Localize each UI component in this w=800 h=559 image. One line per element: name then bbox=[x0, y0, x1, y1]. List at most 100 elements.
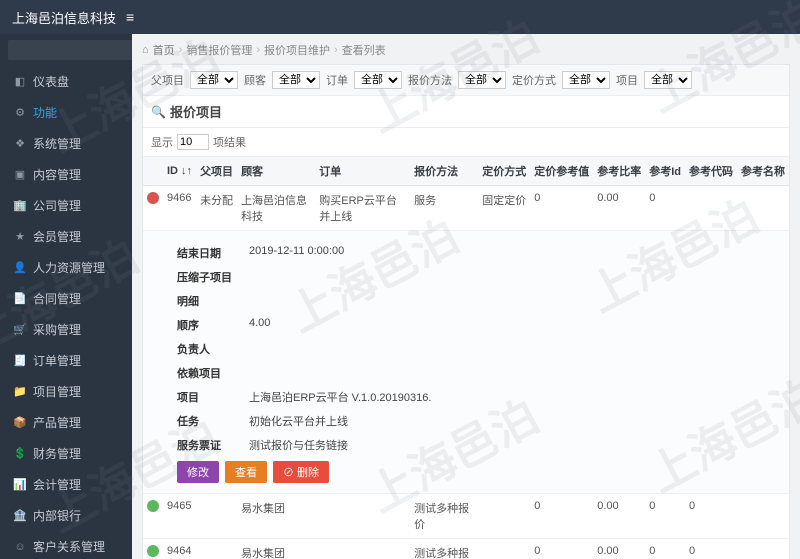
detail-line: 压缩子项目 bbox=[177, 265, 785, 289]
sidebar-item[interactable]: 🛒采购管理 bbox=[0, 314, 132, 345]
filter-select[interactable]: 全部 bbox=[354, 71, 402, 89]
sidebar-item-label: 人力资源管理 bbox=[33, 259, 105, 276]
sidebar-item[interactable]: ☺客户关系管理 bbox=[0, 531, 132, 559]
column-header[interactable]: 参考名称 bbox=[737, 157, 789, 186]
menu-item-icon: 📊 bbox=[13, 478, 27, 491]
sidebar-item-label: 产品管理 bbox=[33, 414, 81, 431]
table-cell bbox=[143, 539, 163, 559]
table-cell: 未分配 bbox=[196, 186, 237, 231]
table-cell: 0 bbox=[685, 494, 737, 539]
edit-button[interactable]: 修改 bbox=[177, 461, 219, 483]
column-header[interactable]: 参考比率 bbox=[593, 157, 645, 186]
sidebar-item-label: 系统管理 bbox=[33, 135, 81, 152]
table-cell bbox=[737, 539, 789, 559]
sidebar-item[interactable]: 📊会计管理 bbox=[0, 469, 132, 500]
column-header[interactable]: 定价参考值 bbox=[530, 157, 593, 186]
column-header[interactable]: 参考代码 bbox=[685, 157, 737, 186]
sidebar-item-label: 采购管理 bbox=[33, 321, 81, 338]
sidebar-item-label: 公司管理 bbox=[33, 197, 81, 214]
status-icon bbox=[147, 500, 159, 512]
column-header[interactable]: 定价方式 bbox=[478, 157, 530, 186]
breadcrumb-item[interactable]: 查看列表 bbox=[342, 42, 386, 58]
menu-item-icon: ☺ bbox=[13, 541, 27, 553]
filter-select[interactable]: 全部 bbox=[458, 71, 506, 89]
filter-select[interactable]: 全部 bbox=[644, 71, 692, 89]
detail-label: 项目 bbox=[177, 389, 235, 405]
sidebar-item[interactable]: ❖系统管理 bbox=[0, 128, 132, 159]
detail-label: 服务票证 bbox=[177, 437, 235, 453]
status-icon bbox=[147, 545, 159, 557]
table-cell bbox=[196, 539, 237, 559]
breadcrumb-item[interactable]: 销售报价管理 bbox=[186, 42, 252, 58]
detail-label: 任务 bbox=[177, 413, 235, 429]
detail-value: 2019-12-11 0:00:00 bbox=[249, 245, 344, 261]
panel-title-row: 🔍 报价项目 bbox=[143, 96, 789, 128]
table-row[interactable]: 9465易水集团测试多种报价00.0000 bbox=[143, 494, 789, 539]
column-header[interactable]: 订单 bbox=[315, 157, 410, 186]
home-icon[interactable]: ⌂ bbox=[142, 44, 149, 56]
sidebar-item[interactable]: 👤 人力资源管理 bbox=[0, 252, 132, 283]
filter-select[interactable]: 全部 bbox=[562, 71, 610, 89]
table-cell: 测试多种报价 bbox=[410, 539, 478, 559]
sidebar-menu: ◧仪表盘⚙功能❖系统管理▣内容管理🏢公司管理★会员管理 👤 人力资源管理 📄合同管理🛒… bbox=[0, 66, 132, 559]
sidebar-item[interactable]: ⚙功能 bbox=[0, 97, 132, 128]
data-table: ID ↓↑父项目顾客订单报价方法定价方式定价参考值参考比率参考Id参考代码参考名… bbox=[143, 157, 789, 559]
content: ⌂ 首页 › 销售报价管理 › 报价项目维护 › 查看列表 父项目全部顾客全部订… bbox=[132, 34, 800, 559]
detail-line: 依赖项目 bbox=[177, 361, 785, 385]
detail-label: 顺序 bbox=[177, 317, 235, 333]
sidebar-item[interactable]: 🏦内部银行 bbox=[0, 500, 132, 531]
sidebar-item[interactable]: 💲财务管理 bbox=[0, 438, 132, 469]
menu-item-icon: 📁 bbox=[13, 385, 27, 398]
table-cell: 9465 bbox=[163, 494, 196, 539]
column-header[interactable]: 顾客 bbox=[237, 157, 315, 186]
table-row[interactable]: 9466未分配上海邑泊信息科技购买ERP云平台并上线服务固定定价00.000 bbox=[143, 186, 789, 231]
detail-label: 依赖项目 bbox=[177, 365, 235, 381]
search-input[interactable] bbox=[8, 40, 132, 60]
breadcrumb-sep: › bbox=[179, 44, 183, 56]
view-button[interactable]: 查看 bbox=[225, 461, 267, 483]
table-cell bbox=[196, 494, 237, 539]
detail-line: 明细 bbox=[177, 289, 785, 313]
table-cell bbox=[685, 186, 737, 231]
sidebar-item[interactable]: 📁项目管理 bbox=[0, 376, 132, 407]
table-cell bbox=[143, 186, 163, 231]
table-cell bbox=[478, 539, 530, 559]
table-cell: 9464 bbox=[163, 539, 196, 559]
breadcrumb-item[interactable]: 报价项目维护 bbox=[264, 42, 330, 58]
table-row[interactable]: 9464易水集团测试多种报价00.0000 bbox=[143, 539, 789, 559]
column-header[interactable]: ID ↓↑ bbox=[163, 157, 196, 186]
filter-select[interactable]: 全部 bbox=[190, 71, 238, 89]
column-header[interactable]: 参考Id bbox=[645, 157, 685, 186]
table-cell: 0 bbox=[685, 539, 737, 559]
detail-label: 明细 bbox=[177, 293, 235, 309]
sidebar-item[interactable]: ▣内容管理 bbox=[0, 159, 132, 190]
table-cell: 0 bbox=[530, 186, 593, 231]
menu-icon[interactable]: ≡ bbox=[126, 9, 134, 25]
sidebar-item-label: 仪表盘 bbox=[33, 73, 69, 90]
filter-select[interactable]: 全部 bbox=[272, 71, 320, 89]
sidebar-item[interactable]: ★会员管理 bbox=[0, 221, 132, 252]
table-cell: 9466 bbox=[163, 186, 196, 231]
sidebar-item[interactable]: 📄合同管理 bbox=[0, 283, 132, 314]
breadcrumb-home[interactable]: 首页 bbox=[153, 42, 175, 58]
menu-item-icon: 🏦 bbox=[13, 509, 27, 522]
sidebar-item[interactable]: ◧仪表盘 bbox=[0, 66, 132, 97]
table-cell bbox=[315, 494, 410, 539]
sidebar-search: 🔍 bbox=[0, 34, 132, 66]
filter-label: 定价方式 bbox=[512, 72, 556, 88]
sidebar-item[interactable]: 🧾订单管理 bbox=[0, 345, 132, 376]
sidebar-item-label: 功能 bbox=[33, 104, 57, 121]
detail-value: 上海邑泊ERP云平台 V.1.0.20190316. bbox=[249, 389, 431, 405]
sidebar-item[interactable]: 📦产品管理 bbox=[0, 407, 132, 438]
pagesize-input[interactable] bbox=[177, 134, 209, 150]
column-header[interactable] bbox=[143, 157, 163, 186]
table-cell: 固定定价 bbox=[478, 186, 530, 231]
sidebar: 🔍 ◧仪表盘⚙功能❖系统管理▣内容管理🏢公司管理★会员管理 👤 人力资源管理 📄合同管… bbox=[0, 34, 132, 559]
table-cell bbox=[315, 539, 410, 559]
column-header[interactable]: 报价方法 bbox=[410, 157, 478, 186]
column-header[interactable]: 父项目 bbox=[196, 157, 237, 186]
sidebar-item[interactable]: 🏢公司管理 bbox=[0, 190, 132, 221]
filter-label: 报价方法 bbox=[408, 72, 452, 88]
menu-item-icon: 👤 bbox=[13, 261, 27, 274]
delete-button[interactable]: ⊘ 删除 bbox=[273, 461, 329, 483]
